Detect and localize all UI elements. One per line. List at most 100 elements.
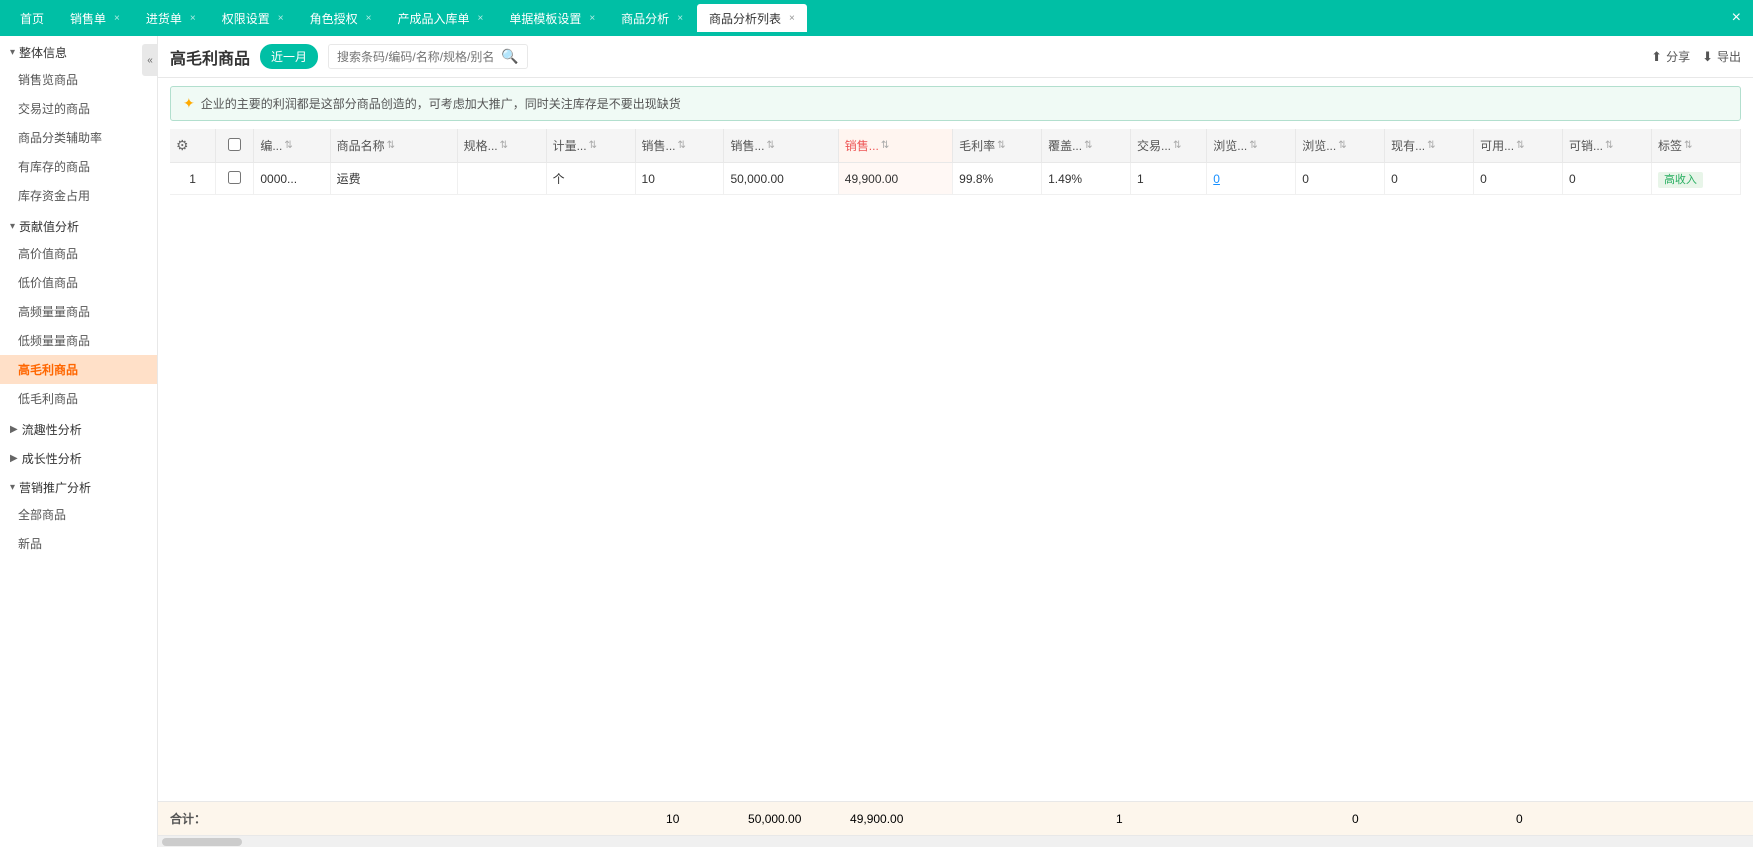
info-icon: ✦	[183, 95, 195, 112]
sort-tag-icon: ⇅	[1684, 140, 1692, 151]
cell-browse2: 0	[1296, 163, 1385, 195]
row-checkbox[interactable]	[228, 171, 241, 184]
th-code[interactable]: 编... ⇅	[254, 129, 330, 163]
th-sales-amt[interactable]: 销售... ⇅	[724, 129, 838, 163]
search-input[interactable]	[337, 50, 497, 64]
export-button[interactable]: ⬇ 导出	[1702, 48, 1741, 65]
cell-margin-rate: 99.8%	[953, 163, 1042, 195]
tab-home[interactable]: 首页	[8, 4, 56, 32]
sidebar-item-high-value[interactable]: 高价值商品	[0, 239, 157, 268]
sidebar-item-stocked-goods[interactable]: 有库存的商品	[0, 152, 157, 181]
select-all-checkbox[interactable]	[228, 138, 241, 151]
sidebar-item-analysis-assist[interactable]: 商品分类辅助率	[0, 123, 157, 152]
th-margin-rate[interactable]: 毛利率 ⇅	[953, 129, 1042, 163]
tab-analysis[interactable]: 商品分析 ×	[609, 4, 695, 32]
sidebar: « ▾ 整体信息 销售览商品 交易过的商品 商品分类辅助率 有库存的商品 库存资…	[0, 36, 158, 847]
sidebar-item-high-margin[interactable]: 高毛利商品	[0, 355, 157, 384]
horizontal-scrollbar[interactable]	[158, 835, 1753, 847]
th-browse2[interactable]: 浏览... ⇅	[1296, 129, 1385, 163]
cell-transactions: 1	[1131, 163, 1207, 195]
header-actions: ⬆ 分享 ⬇ 导出	[1651, 48, 1741, 65]
sidebar-section-wealth[interactable]: ▾ 贡献值分析	[0, 210, 157, 239]
table-footer: 合计： 10 50,000.00 49,900.00 1 0 0	[158, 801, 1753, 835]
close-analysis-list-tab[interactable]: ×	[789, 13, 795, 24]
sort-sellable-icon: ⇅	[1605, 140, 1613, 151]
sidebar-collapse-button[interactable]: «	[142, 44, 158, 76]
content-area: 高毛利商品 近一月 🔍 ⬆ 分享 ⬇ 导出 ✦ 企业的主要的利润都是这部分商品创…	[158, 36, 1753, 847]
th-sales-qty[interactable]: 销售... ⇅	[635, 129, 724, 163]
th-coverage[interactable]: 覆盖... ⇅	[1042, 129, 1131, 163]
th-sales-profit[interactable]: 销售... ⇅	[838, 129, 952, 163]
cell-coverage: 1.49%	[1042, 163, 1131, 195]
th-name[interactable]: 商品名称 ⇅	[330, 129, 457, 163]
table-header-row: 编... ⇅ 商品名称 ⇅ 规格...	[170, 129, 1741, 163]
sort-browse1-icon: ⇅	[1249, 140, 1257, 151]
tab-sales[interactable]: 销售单 ×	[58, 4, 132, 32]
cell-browse1[interactable]: 0	[1207, 163, 1296, 195]
th-checkbox[interactable]	[216, 129, 254, 163]
footer-available: 0	[1352, 812, 1422, 826]
th-unit[interactable]: 计量... ⇅	[546, 129, 635, 163]
sidebar-item-low-value[interactable]: 低价值商品	[0, 268, 157, 297]
cell-spec	[457, 163, 546, 195]
cell-sales-profit: 49,900.00	[838, 163, 952, 195]
tab-analysis-list[interactable]: 商品分析列表 ×	[697, 4, 807, 32]
close-all-tabs[interactable]: ×	[1728, 5, 1745, 31]
search-icon[interactable]: 🔍	[501, 48, 518, 65]
share-icon: ⬆	[1651, 49, 1662, 65]
sidebar-section-wealth-items: 高价值商品 低价值商品 高频量量商品 低频量量商品 高毛利商品 低毛利商品	[0, 239, 157, 413]
filter-recent-month[interactable]: 近一月	[260, 44, 318, 69]
sort-sales-amt-icon: ⇅	[766, 140, 774, 151]
th-browse1[interactable]: 浏览... ⇅	[1207, 129, 1296, 163]
tab-roles[interactable]: 角色授权 ×	[298, 4, 384, 32]
info-banner: ✦ 企业的主要的利润都是这部分商品创造的，可考虑加大推广，同时关注库存是不要出现…	[170, 86, 1741, 121]
cell-unit: 个	[546, 163, 635, 195]
tab-template[interactable]: 单据模板设置 ×	[497, 4, 607, 32]
close-template-tab[interactable]: ×	[589, 13, 595, 24]
close-permissions-tab[interactable]: ×	[278, 13, 284, 24]
scrollbar-thumb[interactable]	[162, 838, 242, 846]
sidebar-item-sales-goods[interactable]: 销售览商品	[0, 65, 157, 94]
th-transactions[interactable]: 交易... ⇅	[1131, 129, 1207, 163]
sidebar-section-marketing[interactable]: ▾ 营销推广分析	[0, 471, 157, 500]
sidebar-section-growth[interactable]: ▶ 成长性分析	[0, 442, 157, 471]
th-sellable[interactable]: 可销... ⇅	[1563, 129, 1652, 163]
close-roles-tab[interactable]: ×	[366, 13, 372, 24]
page-title: 高毛利商品	[170, 45, 250, 69]
section-arrow-wealth: ▾	[10, 221, 15, 232]
th-available[interactable]: 现有... ⇅	[1385, 129, 1474, 163]
footer-label: 合计：	[170, 810, 206, 827]
tab-purchase[interactable]: 进货单 ×	[134, 4, 208, 32]
data-table: 编... ⇅ 商品名称 ⇅ 规格...	[170, 129, 1741, 195]
th-settings[interactable]	[170, 129, 216, 163]
settings-icon[interactable]	[176, 139, 189, 153]
th-usable[interactable]: 可用... ⇅	[1474, 129, 1563, 163]
close-sales-tab[interactable]: ×	[114, 13, 120, 24]
sidebar-item-traded-goods[interactable]: 交易过的商品	[0, 94, 157, 123]
sidebar-section-overview[interactable]: ▾ 整体信息	[0, 36, 157, 65]
sidebar-item-high-freq[interactable]: 高频量量商品	[0, 297, 157, 326]
section-arrow-growth: ▶	[10, 453, 18, 464]
sidebar-item-low-freq[interactable]: 低频量量商品	[0, 326, 157, 355]
th-tag[interactable]: 标签 ⇅	[1651, 129, 1740, 163]
sidebar-item-low-margin[interactable]: 低毛利商品	[0, 384, 157, 413]
close-analysis-tab[interactable]: ×	[677, 13, 683, 24]
footer-transactions: 1	[1116, 812, 1176, 826]
sidebar-item-new-goods[interactable]: 新品	[0, 529, 157, 558]
sidebar-item-inventory-capital[interactable]: 库存资金占用	[0, 181, 157, 210]
close-purchase-tab[interactable]: ×	[190, 13, 196, 24]
sort-code-icon: ⇅	[284, 140, 292, 151]
sidebar-section-flow[interactable]: ▶ 流趣性分析	[0, 413, 157, 442]
table-row: 1 0000... 运费 个 10 50,000.00 49,900.00 99…	[170, 163, 1741, 195]
th-spec[interactable]: 规格... ⇅	[457, 129, 546, 163]
footer-sales-profit: 49,900.00	[850, 812, 940, 826]
tab-permissions[interactable]: 权限设置 ×	[210, 4, 296, 32]
section-arrow-marketing: ▾	[10, 482, 15, 493]
cell-sellable: 0	[1563, 163, 1652, 195]
sidebar-item-all-goods[interactable]: 全部商品	[0, 500, 157, 529]
close-products-tab[interactable]: ×	[477, 13, 483, 24]
sort-spec-icon: ⇅	[500, 140, 508, 151]
tab-products[interactable]: 产成品入库单 ×	[385, 4, 495, 32]
share-button[interactable]: ⬆ 分享	[1651, 48, 1690, 65]
content-header: 高毛利商品 近一月 🔍 ⬆ 分享 ⬇ 导出	[158, 36, 1753, 78]
